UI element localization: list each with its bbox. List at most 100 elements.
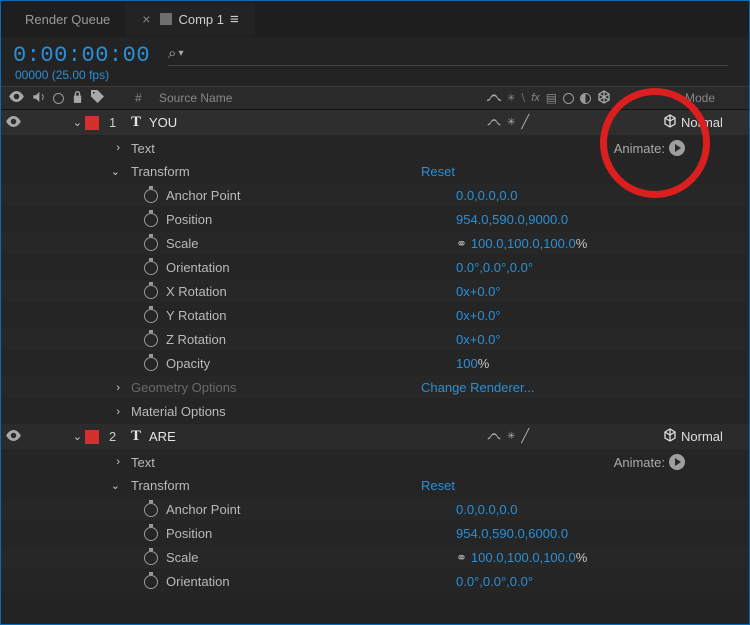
twirl-down-icon[interactable]: ⌄ — [108, 479, 123, 492]
prop-position[interactable]: Position — [166, 526, 456, 541]
material-options-label[interactable]: Material Options — [131, 404, 421, 419]
change-renderer-link[interactable]: Change Renderer... — [421, 380, 749, 395]
layer-index: 2 — [103, 429, 131, 444]
tab-comp-1[interactable]: × Comp 1 ≡ — [126, 3, 254, 36]
stopwatch-icon[interactable] — [144, 261, 158, 275]
prop-anchor-point[interactable]: Anchor Point — [166, 188, 456, 203]
stopwatch-icon[interactable] — [144, 357, 158, 371]
collapse-toggle-icon[interactable]: ✳ — [507, 431, 515, 442]
twirl-down-icon[interactable]: ⌄ — [70, 430, 85, 443]
prop-orientation[interactable]: Orientation — [166, 574, 456, 589]
twirl-right-icon[interactable]: › — [113, 142, 123, 154]
tag-header-icon — [91, 90, 104, 106]
twirl-down-icon[interactable]: ⌄ — [108, 165, 123, 178]
audio-header-icon — [32, 91, 45, 106]
twirl-right-icon[interactable]: › — [113, 456, 123, 468]
3d-toggle-icon[interactable] — [663, 114, 677, 131]
collapse-toggle-icon[interactable]: ✳ — [507, 117, 515, 128]
prop-scale-value[interactable]: ⚭100.0,100.0,100.0% — [456, 236, 749, 252]
shy-toggle-icon[interactable] — [487, 115, 501, 130]
prop-x-rotation[interactable]: X Rotation — [166, 284, 456, 299]
animate-menu-icon[interactable] — [669, 140, 685, 156]
prop-anchor-point-value[interactable]: 0.0,0.0,0.0 — [456, 502, 749, 517]
twirl-down-icon[interactable]: ⌄ — [70, 116, 85, 129]
shy-header-icon — [487, 91, 501, 106]
adjustment-header-icon — [580, 93, 591, 104]
prop-orientation-value[interactable]: 0.0°,0.0°,0.0° — [456, 260, 749, 275]
prop-orientation[interactable]: Orientation — [166, 260, 456, 275]
prop-orientation-value[interactable]: 0.0°,0.0°,0.0° — [456, 574, 749, 589]
stopwatch-icon[interactable] — [144, 309, 158, 323]
prop-scale-value[interactable]: ⚭100.0,100.0,100.0% — [456, 550, 749, 566]
text-group-label[interactable]: Text — [131, 141, 451, 156]
prop-z-rotation-value[interactable]: 0x+0.0° — [456, 332, 749, 347]
eye-toggle-icon[interactable] — [6, 115, 21, 130]
constrain-link-icon[interactable]: ⚭ — [456, 550, 467, 565]
transform-reset[interactable]: Reset — [421, 164, 749, 179]
constrain-link-icon[interactable]: ⚭ — [456, 236, 467, 251]
prop-opacity-value[interactable]: 100% — [456, 356, 749, 371]
search-input[interactable]: ⌕ ▾ — [168, 45, 728, 66]
eye-toggle-icon[interactable] — [6, 429, 21, 444]
fx-header-icon: ✳ — [507, 93, 515, 104]
stopwatch-icon[interactable] — [144, 189, 158, 203]
prop-z-rotation[interactable]: Z Rotation — [166, 332, 456, 347]
animate-menu-icon[interactable] — [669, 454, 685, 470]
close-icon[interactable]: × — [142, 11, 150, 27]
solo-header-icon — [53, 93, 64, 104]
col-source-name[interactable]: Source Name — [159, 91, 487, 105]
blend-mode[interactable]: Normal — [677, 115, 749, 130]
frame-info[interactable]: 00000 (25.00 fps) — [1, 68, 749, 86]
twirl-right-icon[interactable]: › — [113, 382, 123, 394]
column-header: # Source Name ✳ ⧵ fx ▤ Mode — [1, 86, 749, 110]
layer-row[interactable]: ⌄ 2 T ARE ✳ ╱ Normal — [1, 424, 749, 450]
layer-row[interactable]: ⌄ 1 T YOU ✳ ╱ Normal — [1, 110, 749, 136]
text-group-label[interactable]: Text — [131, 455, 451, 470]
prop-anchor-point[interactable]: Anchor Point — [166, 502, 456, 517]
text-layer-icon: T — [131, 114, 141, 131]
prop-scale[interactable]: Scale — [166, 236, 456, 251]
prop-scale[interactable]: Scale — [166, 550, 456, 565]
tab-render-queue[interactable]: Render Queue — [9, 4, 126, 35]
prop-position-value[interactable]: 954.0,590.0,9000.0 — [456, 212, 749, 227]
layer-name[interactable]: YOU — [149, 115, 177, 130]
layer-name[interactable]: ARE — [149, 429, 176, 444]
shy-toggle-icon[interactable] — [487, 429, 501, 444]
search-dropdown-icon[interactable]: ▾ — [178, 48, 183, 59]
prop-position-value[interactable]: 954.0,590.0,6000.0 — [456, 526, 749, 541]
stopwatch-icon[interactable] — [144, 237, 158, 251]
prop-position[interactable]: Position — [166, 212, 456, 227]
stopwatch-icon[interactable] — [144, 503, 158, 517]
transform-group-label[interactable]: Transform — [131, 478, 421, 493]
stopwatch-icon[interactable] — [144, 285, 158, 299]
effects-header-icon: fx — [531, 92, 540, 104]
3d-toggle-icon[interactable] — [663, 428, 677, 445]
stopwatch-icon[interactable] — [144, 551, 158, 565]
quality-toggle-icon[interactable]: ╱ — [521, 115, 529, 130]
animate-label: Animate: — [614, 455, 669, 470]
panel-menu-icon[interactable]: ≡ — [230, 11, 239, 28]
stopwatch-icon[interactable] — [144, 213, 158, 227]
blend-mode[interactable]: Normal — [677, 429, 749, 444]
prop-y-rotation[interactable]: Y Rotation — [166, 308, 456, 323]
prop-opacity[interactable]: Opacity — [166, 356, 456, 371]
eye-header-icon — [9, 91, 24, 105]
prop-y-rotation-value[interactable]: 0x+0.0° — [456, 308, 749, 323]
label-color-chip[interactable] — [85, 430, 99, 444]
transform-reset[interactable]: Reset — [421, 478, 749, 493]
label-color-chip[interactable] — [85, 116, 99, 130]
col-mode[interactable]: Mode — [677, 91, 749, 105]
stopwatch-icon[interactable] — [144, 333, 158, 347]
geometry-options-label: Geometry Options — [131, 380, 421, 395]
prop-anchor-point-value[interactable]: 0.0,0.0,0.0 — [456, 188, 749, 203]
transform-group-label[interactable]: Transform — [131, 164, 421, 179]
tab-label: Comp 1 — [178, 12, 224, 27]
stopwatch-icon[interactable] — [144, 575, 158, 589]
quality-toggle-icon[interactable]: ╱ — [521, 429, 529, 444]
animate-label: Animate: — [614, 141, 669, 156]
twirl-right-icon[interactable]: › — [113, 406, 123, 418]
stopwatch-icon[interactable] — [144, 527, 158, 541]
prop-x-rotation-value[interactable]: 0x+0.0° — [456, 284, 749, 299]
lock-header-icon — [72, 90, 83, 106]
current-time[interactable]: 0:00:00:00 — [13, 43, 150, 68]
